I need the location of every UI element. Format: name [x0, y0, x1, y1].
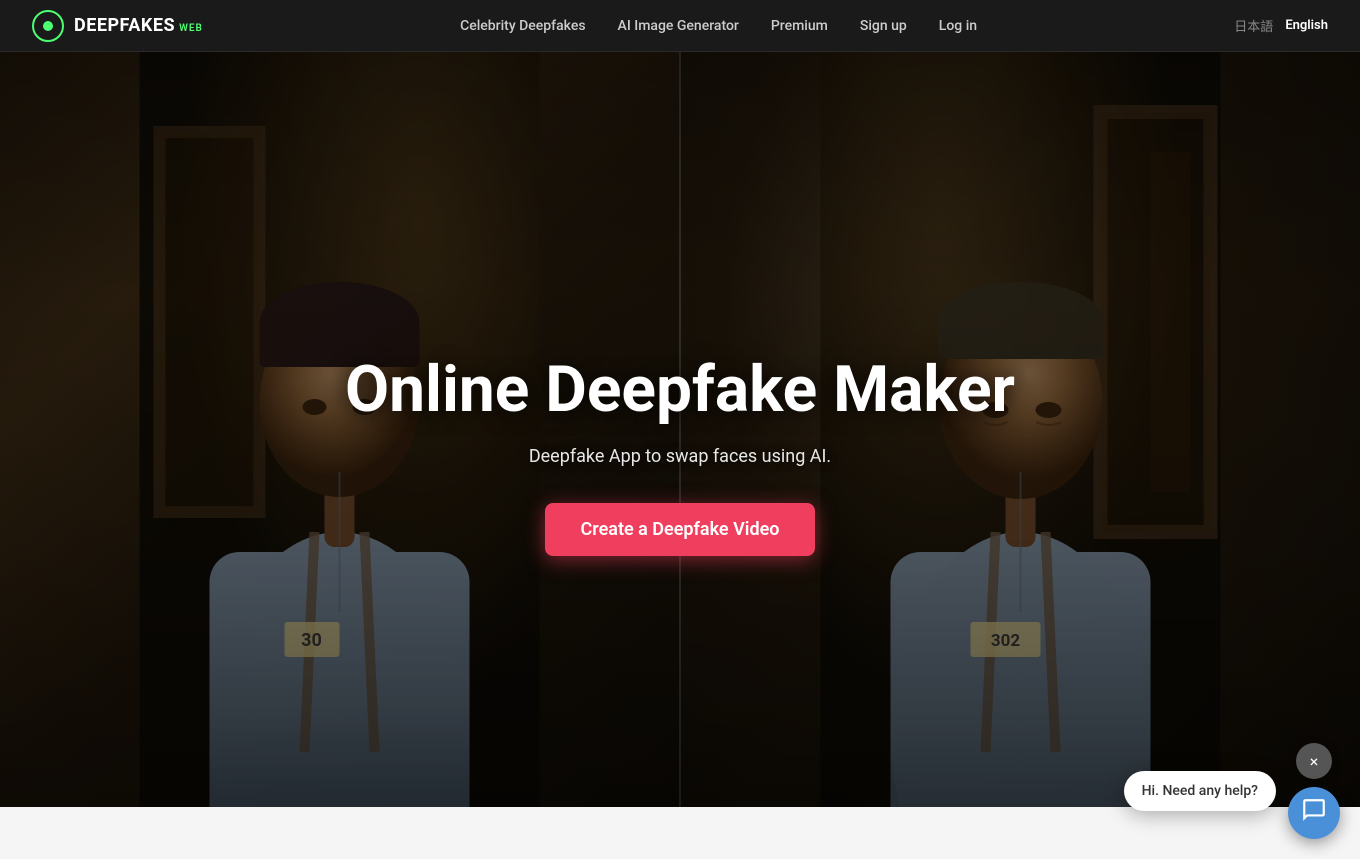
nav-ai-image-generator[interactable]: AI Image Generator: [618, 18, 739, 34]
nav-links: Celebrity Deepfakes AI Image Generator P…: [460, 18, 977, 34]
close-icon: ×: [1310, 752, 1319, 771]
hero-title: Online Deepfake Maker: [345, 355, 1015, 425]
logo-text: DEEPFAKES WEB: [74, 15, 203, 36]
logo-icon: [32, 10, 64, 42]
chat-close-button[interactable]: ×: [1296, 743, 1332, 779]
logo-circle-inner: [43, 21, 53, 31]
chat-bubble: Hi. Need any help?: [1124, 771, 1276, 811]
chat-icon: [1301, 797, 1327, 829]
navbar: DEEPFAKES WEB Celebrity Deepfakes AI Ima…: [0, 0, 1360, 52]
brand-name: DEEPFAKES: [74, 15, 175, 36]
chat-widget: Hi. Need any help? ×: [1124, 743, 1340, 839]
chat-open-button[interactable]: [1288, 787, 1340, 839]
lang-japanese[interactable]: 日本語: [1234, 16, 1273, 35]
hero-section: 30: [0, 52, 1360, 859]
hero-content: Online Deepfake Maker Deepfake App to sw…: [325, 355, 1035, 555]
chat-buttons: ×: [1288, 743, 1340, 839]
nav-celebrity-deepfakes[interactable]: Celebrity Deepfakes: [460, 18, 585, 34]
nav-login[interactable]: Log in: [939, 18, 977, 34]
brand-sub: WEB: [179, 23, 203, 34]
nav-premium[interactable]: Premium: [771, 18, 828, 34]
hero-subtitle: Deepfake App to swap faces using AI.: [345, 446, 1015, 467]
logo-link[interactable]: DEEPFAKES WEB: [32, 10, 203, 42]
language-switcher: 日本語 English: [1234, 16, 1328, 35]
create-deepfake-button[interactable]: Create a Deepfake Video: [545, 503, 816, 556]
lang-english[interactable]: English: [1285, 18, 1328, 33]
nav-signup[interactable]: Sign up: [860, 18, 907, 34]
